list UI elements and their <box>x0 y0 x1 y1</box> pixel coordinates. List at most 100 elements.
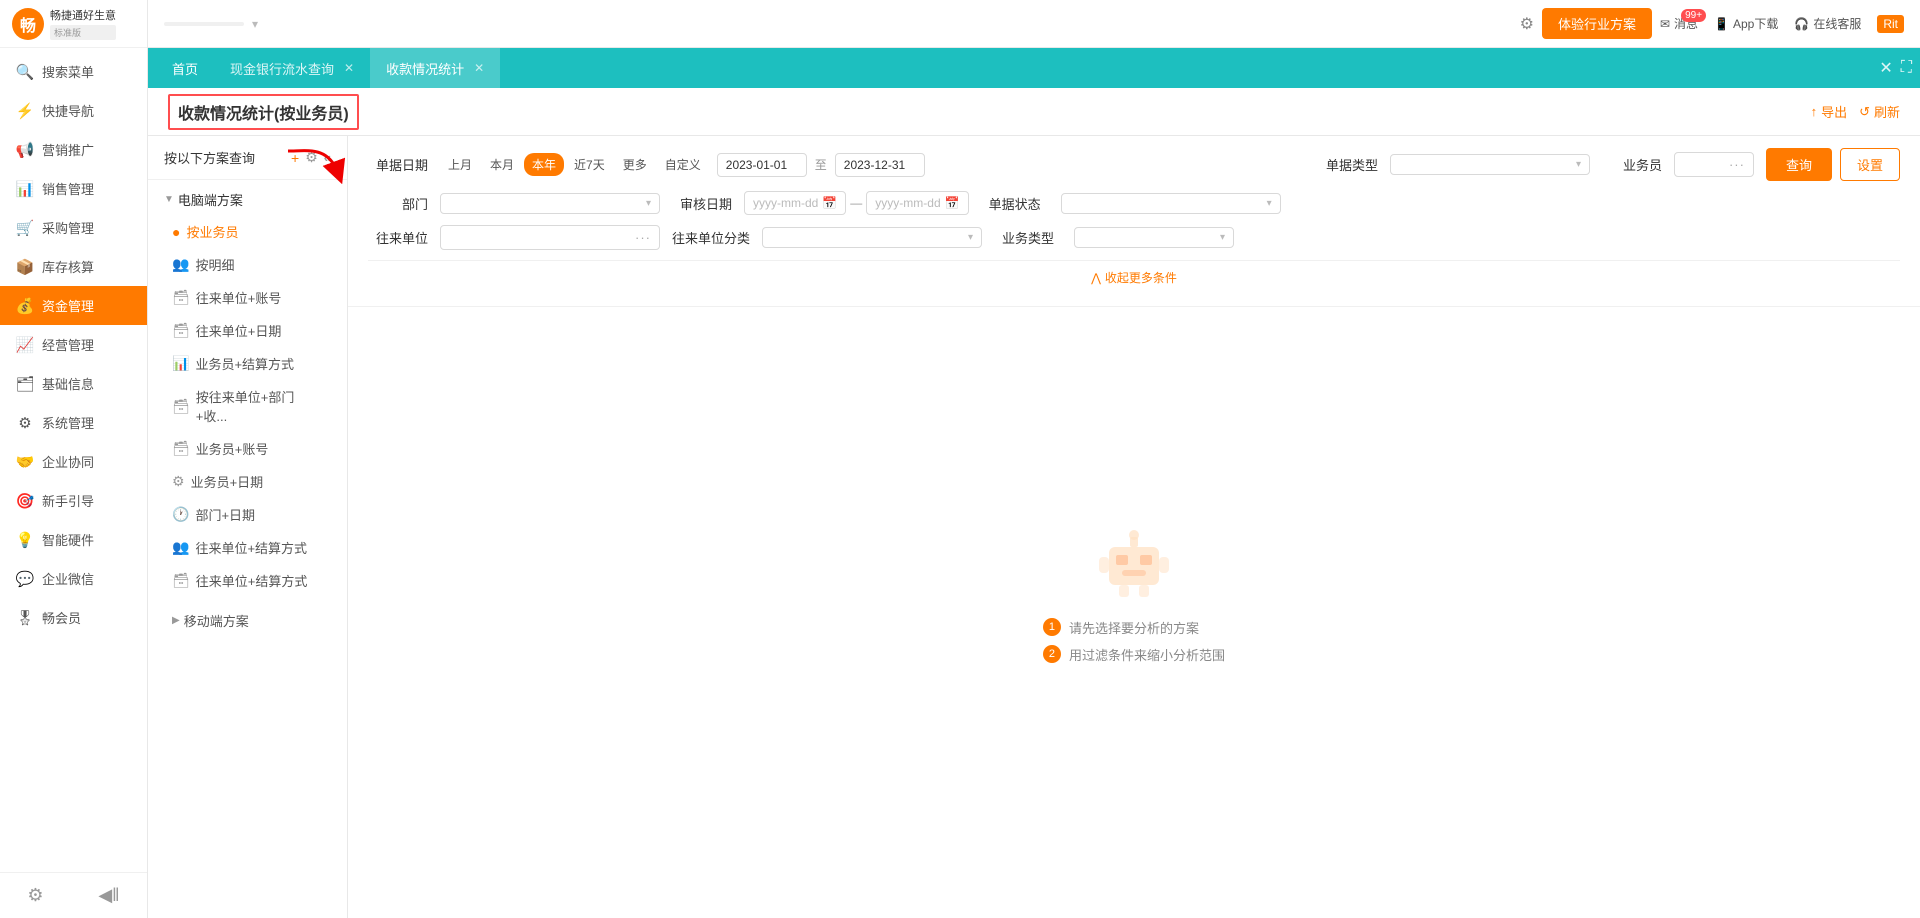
query-btn[interactable]: 查询 <box>1766 148 1832 181</box>
scheme-gear-btn[interactable]: ⚙ <box>305 149 318 166</box>
date-tab-last-month[interactable]: 上月 <box>440 153 480 176</box>
unit-category-label: 往来单位分类 <box>672 228 750 247</box>
doc-type-select[interactable]: ▾ <box>1390 154 1590 175</box>
tree-item-by-salesman[interactable]: ● 按业务员 <box>148 215 347 248</box>
unit-method1-icon: 👥 <box>172 539 189 556</box>
app-download-btn[interactable]: 📱 App下载 <box>1714 15 1778 32</box>
sidebar-item-sales[interactable]: 📊 销售管理 <box>0 169 147 208</box>
tab-home[interactable]: 首页 <box>156 48 214 88</box>
tree-section-mobile: ▶ 移动端方案 <box>148 601 347 640</box>
dept-select[interactable]: ▾ <box>440 193 660 214</box>
tree-item-unit-account[interactable]: 🗃 往来单位+账号 <box>148 281 347 314</box>
audit-date-to-input[interactable]: yyyy-mm-dd 📅 <box>866 191 968 215</box>
unit-method2-icon: 🗃 <box>172 572 190 589</box>
topbar-gear-icon[interactable]: ⚙ <box>1520 14 1534 34</box>
audit-date-to-icon: 📅 <box>945 196 960 210</box>
logo-badge: 标准版 <box>50 25 116 40</box>
sidebar-item-system[interactable]: ⚙ 系统管理 <box>0 403 147 442</box>
biz-type-arrow: ▾ <box>1220 232 1225 243</box>
date-tab-7days[interactable]: 近7天 <box>566 153 613 176</box>
sidebar-item-basicinfo[interactable]: 🗂 基础信息 <box>0 364 147 403</box>
add-scheme-btn[interactable]: + <box>291 150 299 166</box>
breadcrumb-chevron: ▾ <box>252 17 258 31</box>
collapse-bar[interactable]: ⋀ 收起更多条件 <box>368 260 1900 294</box>
tab-expand-btn[interactable]: ⛶ <box>1901 59 1912 77</box>
salesman-select[interactable]: ··· <box>1674 152 1754 177</box>
inventory-icon: 📦 <box>16 258 34 276</box>
dept-arrow: ▾ <box>646 198 651 209</box>
biz-type-select[interactable]: ▾ <box>1074 227 1234 248</box>
salesman-account-icon: 🗃 <box>172 440 190 457</box>
tree-item-dept-date[interactable]: 🕐 部门+日期 <box>148 498 347 531</box>
filter-row-1: 单据日期 上月 本月 本年 近7天 更多 自定义 2023- <box>368 148 1900 181</box>
sidebar-item-wechat[interactable]: 💬 企业微信 <box>0 559 147 598</box>
tab-bank-flow[interactable]: 现金银行流水查询 ✕ <box>214 48 370 88</box>
doc-status-select[interactable]: ▾ <box>1061 193 1281 214</box>
unit-select[interactable]: ··· <box>440 225 660 250</box>
date-tab-custom[interactable]: 自定义 <box>657 153 709 176</box>
sidebar-item-quicknav[interactable]: ⚡ 快捷导航 <box>0 91 147 130</box>
tree-item-by-detail[interactable]: 👥 按明细 <box>148 248 347 281</box>
sidebar-item-corp[interactable]: 🤝 企业协同 <box>0 442 147 481</box>
tree-item-unit-date[interactable]: 🗃 往来单位+日期 <box>148 314 347 347</box>
refresh-btn[interactable]: ↺ 刷新 <box>1859 102 1900 121</box>
collapse-footer-btn[interactable]: ◀‖ <box>90 881 127 910</box>
filter-area: 单据日期 上月 本月 本年 近7天 更多 自定义 2023- <box>348 136 1920 307</box>
sidebar-item-purchase[interactable]: 🛒 采购管理 <box>0 208 147 247</box>
tree-label-mobile[interactable]: ▶ 移动端方案 <box>148 605 347 636</box>
salesman-method-icon: 📊 <box>172 355 189 372</box>
trial-btn[interactable]: 体验行业方案 <box>1542 8 1652 39</box>
salesman-label: 业务员 <box>1602 155 1662 174</box>
audit-date-separator: — <box>850 196 862 210</box>
tree-item-unit-dept[interactable]: 🗃 按往来单位+部门+收... <box>148 380 347 432</box>
logo-area: 畅 畅捷通好生意 标准版 <box>0 0 147 48</box>
settings-footer-btn[interactable]: ⚙ <box>19 881 51 910</box>
tree-item-unit-method2[interactable]: 🗃 往来单位+结算方式 <box>148 564 347 597</box>
unit-date-icon: 🗃 <box>172 322 190 339</box>
filter-actions: 查询 设置 <box>1766 148 1900 181</box>
sidebar-item-inventory[interactable]: 📦 库存核算 <box>0 247 147 286</box>
quicknav-icon: ⚡ <box>16 102 34 120</box>
content-body: 按以下方案查询 + ⚙ « <box>148 136 1920 918</box>
date-tab-more[interactable]: 更多 <box>615 153 655 176</box>
tree-item-salesman-date[interactable]: ⚙ 业务员+日期 <box>148 465 347 498</box>
audit-date-from-input[interactable]: yyyy-mm-dd 📅 <box>744 191 846 215</box>
sales-icon: 📊 <box>16 180 34 198</box>
tab-close-btn[interactable]: ✕ <box>1879 58 1892 78</box>
tree-label-desktop[interactable]: ▼ 电脑端方案 <box>148 184 347 215</box>
sidebar-item-member[interactable]: 🎖 畅会员 <box>0 598 147 637</box>
unit-category-select[interactable]: ▾ <box>762 227 982 248</box>
left-panel-header: 按以下方案查询 + ⚙ « <box>148 136 347 180</box>
date-tab-this-year[interactable]: 本年 <box>524 153 564 176</box>
collapse-icon: ⋀ <box>1091 271 1101 285</box>
sidebar-item-hardware[interactable]: 💡 智能硬件 <box>0 520 147 559</box>
date-to-input[interactable]: 2023-12-31 <box>835 153 925 177</box>
export-btn[interactable]: ↑ 导出 <box>1811 102 1848 121</box>
sidebar-item-search[interactable]: 🔍 搜索菜单 <box>0 52 147 91</box>
tab-close-bank-flow[interactable]: ✕ <box>344 61 354 75</box>
online-service-btn[interactable]: 🎧 在线客服 <box>1794 15 1861 32</box>
tab-receipt-stat[interactable]: 收款情况统计 ✕ <box>370 48 500 88</box>
tree-item-salesman-account[interactable]: 🗃 业务员+账号 <box>148 432 347 465</box>
collapse-panel-btn[interactable]: « <box>324 150 331 165</box>
date-tab-this-month[interactable]: 本月 <box>482 153 522 176</box>
dept-date-icon: 🕐 <box>172 506 189 523</box>
sidebar-item-operations[interactable]: 📈 经营管理 <box>0 325 147 364</box>
tree-item-salesman-method[interactable]: 📊 业务员+结算方式 <box>148 347 347 380</box>
user-avatar[interactable]: Rit <box>1877 15 1904 33</box>
date-field: 上月 本月 本年 近7天 更多 自定义 2023-01-01 至 <box>440 153 1306 177</box>
sidebar-item-finance[interactable]: 💰 资金管理 <box>0 286 147 325</box>
tree-item-unit-method1[interactable]: 👥 往来单位+结算方式 <box>148 531 347 564</box>
doc-status-label: 单据状态 <box>981 194 1041 213</box>
logo-icon: 畅 <box>12 8 44 40</box>
set-btn[interactable]: 设置 <box>1840 148 1900 181</box>
sidebar-item-marketing[interactable]: 📢 营销推广 <box>0 130 147 169</box>
left-panel-title: 按以下方案查询 <box>164 148 285 167</box>
sidebar-item-guide[interactable]: 🎯 新手引导 <box>0 481 147 520</box>
tab-close-receipt-stat[interactable]: ✕ <box>474 61 484 75</box>
unit-more: ··· <box>635 230 651 245</box>
logo-text: 畅捷通好生意 <box>50 7 116 23</box>
topbar-right: ✉ 消息 99+ 📱 App下载 🎧 在线客服 Rit <box>1660 15 1904 33</box>
date-from-input[interactable]: 2023-01-01 <box>717 153 807 177</box>
message-btn[interactable]: ✉ 消息 99+ <box>1660 15 1698 32</box>
